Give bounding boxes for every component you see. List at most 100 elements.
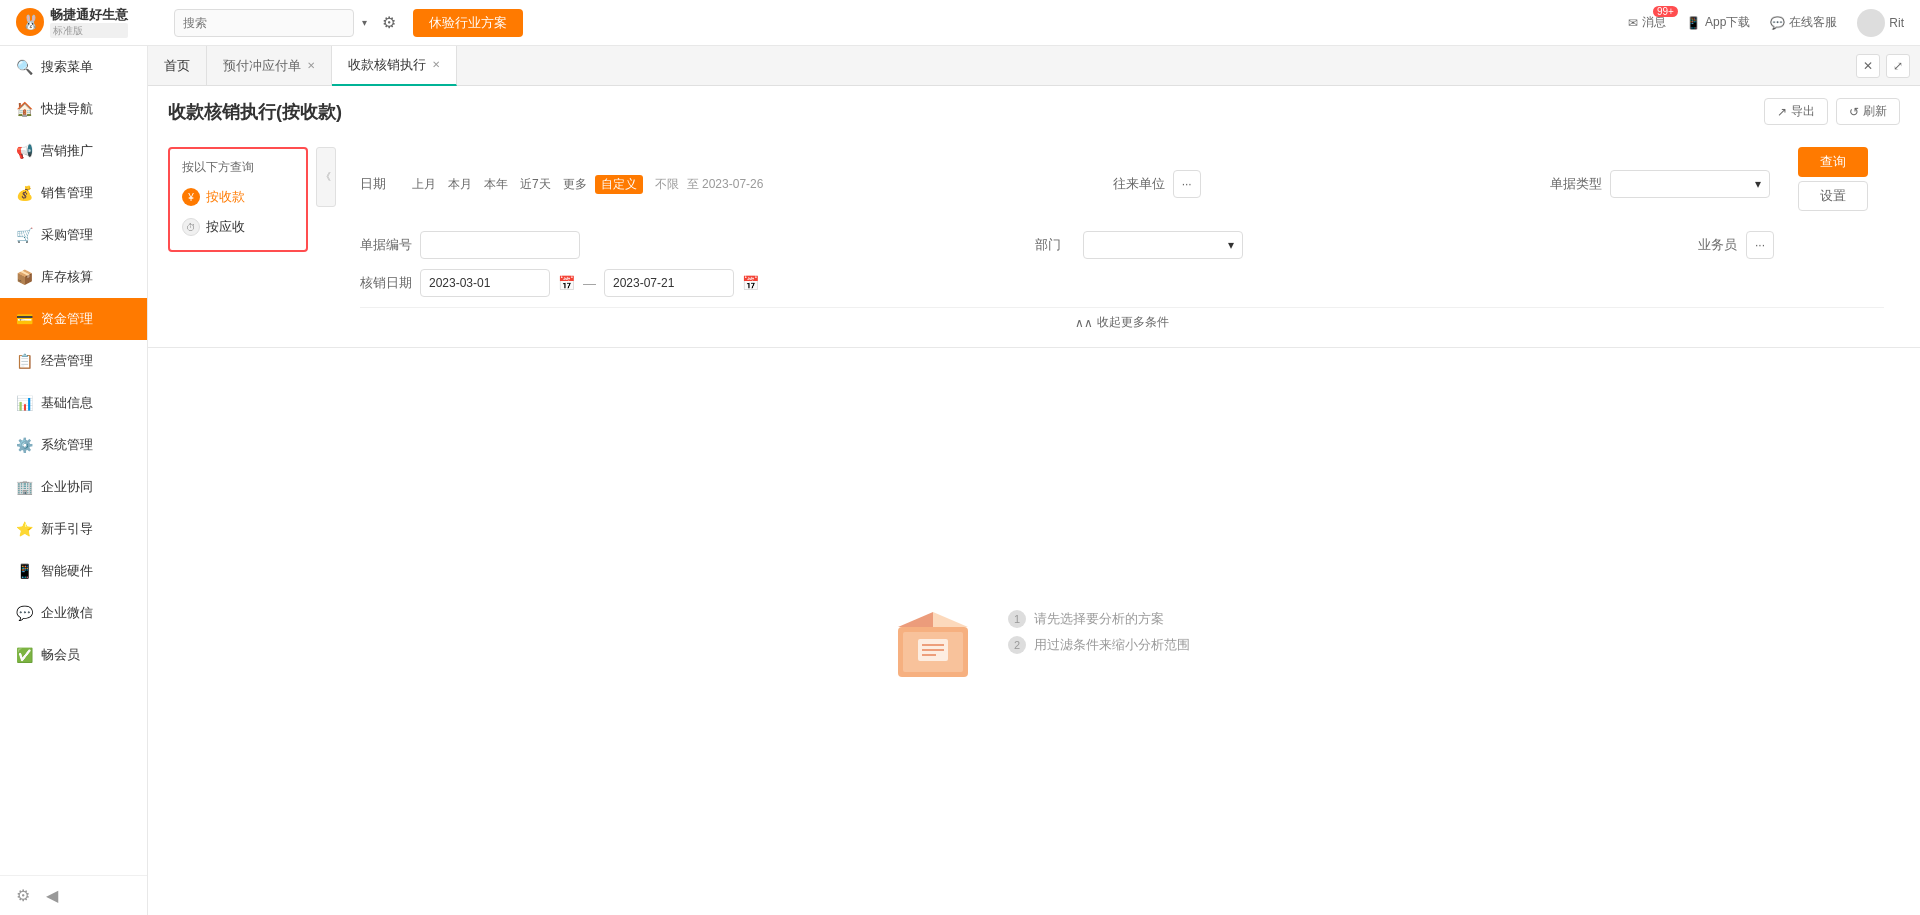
inventory-icon: 📦	[16, 269, 33, 285]
user-name: Rit	[1889, 16, 1904, 30]
app-download-button[interactable]: 📱 App下载	[1686, 14, 1750, 31]
filter-row-2: 单据编号 部门 ▾	[360, 231, 1884, 259]
date-field: 日期 上月 本月 本年 近7天 更多 自定义 不限	[360, 175, 763, 194]
sidebar-label: 系统管理	[41, 436, 93, 454]
search-icon: 🔍	[16, 59, 33, 75]
verify-date-start-input[interactable]	[420, 269, 550, 297]
filter-form: 日期 上月 本月 本年 近7天 更多 自定义 不限	[344, 137, 1900, 347]
receipt-verify-tab-close[interactable]: ✕	[432, 60, 440, 70]
query-by-receivable[interactable]: ⏱ 按应收	[170, 212, 306, 242]
marketing-icon: 📢	[16, 143, 33, 159]
message-button[interactable]: ✉ 消息 99+	[1628, 14, 1666, 31]
basic-icon: 📊	[16, 395, 33, 411]
verify-date-end-input[interactable]	[604, 269, 734, 297]
main-content: 首页 预付冲应付单 ✕ 收款核销执行 ✕ ✕ ⤢ 收款核销执行(按收款)	[148, 46, 1920, 915]
verify-date-field: 核销日期 📅 — 📅	[360, 269, 759, 297]
dept-select[interactable]: ▾	[1083, 231, 1243, 259]
sidebar-item-wechat[interactable]: 💬 企业微信	[0, 592, 147, 634]
sidebar-item-enterprise[interactable]: 🏢 企业协同	[0, 466, 147, 508]
sidebar-item-marketing[interactable]: 📢 营销推广	[0, 130, 147, 172]
doc-type-field: 单据类型 ▾	[1550, 170, 1770, 198]
receipt-icon: ¥	[182, 188, 200, 206]
panel-collapse-button[interactable]: 《	[316, 147, 336, 207]
calendar-start-icon[interactable]: 📅	[558, 275, 575, 291]
settings-icon[interactable]: ⚙	[375, 9, 403, 37]
refresh-button[interactable]: ↺ 刷新	[1836, 98, 1900, 125]
doc-no-field: 单据编号	[360, 231, 580, 259]
date-label: 日期	[360, 175, 400, 193]
query-button[interactable]: 查询	[1798, 147, 1868, 177]
header-search-input[interactable]	[174, 9, 354, 37]
chevron-up-icon: ∧∧	[1075, 316, 1093, 330]
page-toolbar: ↗ 导出 ↺ 刷新	[1764, 98, 1900, 125]
tab-receipt-verify[interactable]: 收款核销执行 ✕	[332, 46, 457, 86]
empty-hint-1: 1 请先选择要分析的方案	[1008, 610, 1190, 628]
prepay-tab-close[interactable]: ✕	[307, 61, 315, 71]
avatar	[1857, 9, 1885, 37]
settings-button[interactable]: 设置	[1798, 181, 1868, 211]
dept-field: 部门 ▾	[1035, 231, 1243, 259]
header-actions: ✉ 消息 99+ 📱 App下载 💬 在线客服 Rit	[1628, 9, 1904, 37]
sidebar-label: 智能硬件	[41, 562, 93, 580]
query-type-panel: 按以下方查询 ¥ 按收款 ⏱ 按应收	[168, 147, 308, 252]
tab-close-all-button[interactable]: ✕	[1856, 54, 1880, 78]
sidebar-item-system[interactable]: ⚙️ 系统管理	[0, 424, 147, 466]
system-icon: ⚙️	[16, 437, 33, 453]
sidebar-collapse-button[interactable]: ◀	[46, 886, 58, 905]
industry-solution-button[interactable]: 休验行业方案	[413, 9, 523, 37]
app-name: 畅捷通好生意	[50, 7, 128, 24]
sidebar-item-purchase[interactable]: 🛒 采购管理	[0, 214, 147, 256]
sidebar-label: 快捷导航	[41, 100, 93, 118]
chevron-down-icon[interactable]: ▾	[362, 17, 367, 28]
tab-maximize-button[interactable]: ⤢	[1886, 54, 1910, 78]
purchase-icon: 🛒	[16, 227, 33, 243]
message-icon: ✉	[1628, 16, 1638, 30]
export-button[interactable]: ↗ 导出	[1764, 98, 1828, 125]
tab-controls: ✕ ⤢	[1846, 54, 1920, 78]
calendar-end-icon[interactable]: 📅	[742, 275, 759, 291]
sidebar-settings-button[interactable]: ⚙	[16, 886, 30, 905]
empty-illustration	[878, 577, 988, 687]
sidebar-item-finance[interactable]: 💳 资金管理	[0, 298, 147, 340]
verify-date-label: 核销日期	[360, 274, 412, 292]
page-title-row: 收款核销执行(按收款) ↗ 导出 ↺ 刷新	[168, 98, 1900, 125]
query-actions: 查询 设置	[1798, 147, 1884, 221]
tab-home[interactable]: 首页	[148, 46, 207, 86]
this-month-btn[interactable]: 本月	[444, 175, 476, 194]
app-body: 🔍 搜索菜单 🏠 快捷导航 📢 营销推广 💰 销售管理 🛒 采购管理 📦 库存核…	[0, 46, 1920, 915]
custom-btn[interactable]: 自定义	[595, 175, 643, 194]
empty-hint-2: 2 用过滤条件来缩小分析范围	[1008, 636, 1190, 654]
chevron-down-icon: ▾	[1755, 177, 1761, 191]
doc-no-input[interactable]	[420, 231, 580, 259]
tab-prepay[interactable]: 预付冲应付单 ✕	[207, 46, 332, 86]
sidebar-item-guide[interactable]: ⭐ 新手引导	[0, 508, 147, 550]
top-header: 🐰 畅捷通好生意 标准版 ▾ ⚙ 休验行业方案 ✉ 消息 99+ 📱 App下载…	[0, 0, 1920, 46]
last-month-btn[interactable]: 上月	[408, 175, 440, 194]
sidebar-item-sales[interactable]: 💰 销售管理	[0, 172, 147, 214]
user-profile[interactable]: Rit	[1857, 9, 1904, 37]
last-7-days-btn[interactable]: 近7天	[516, 175, 555, 194]
sidebar-label: 资金管理	[41, 310, 93, 328]
sidebar-item-operation[interactable]: 📋 经营管理	[0, 340, 147, 382]
sidebar-item-basic[interactable]: 📊 基础信息	[0, 382, 147, 424]
sidebar-item-inventory[interactable]: 📦 库存核算	[0, 256, 147, 298]
sidebar-item-search[interactable]: 🔍 搜索菜单	[0, 46, 147, 88]
online-support-button[interactable]: 💬 在线客服	[1770, 14, 1837, 31]
collapse-more-button[interactable]: ∧∧ 收起更多条件	[1075, 314, 1169, 331]
sidebar-label: 搜索菜单	[41, 58, 93, 76]
query-by-receipt[interactable]: ¥ 按收款	[170, 182, 306, 212]
doc-type-select[interactable]: ▾	[1610, 170, 1770, 198]
empty-hints: 1 请先选择要分析的方案 2 用过滤条件来缩小分析范围	[1008, 610, 1190, 654]
staff-field: 业务员 ···	[1698, 231, 1774, 259]
sidebar-item-shortcut[interactable]: 🏠 快捷导航	[0, 88, 147, 130]
home-icon: 🏠	[16, 101, 33, 117]
empty-svg	[878, 577, 988, 687]
empty-state: 1 请先选择要分析的方案 2 用过滤条件来缩小分析范围	[148, 348, 1920, 915]
this-year-btn[interactable]: 本年	[480, 175, 512, 194]
sidebar-item-member[interactable]: ✅ 畅会员	[0, 634, 147, 676]
sidebar-item-hardware[interactable]: 📱 智能硬件	[0, 550, 147, 592]
more-btn[interactable]: 更多	[559, 175, 591, 194]
staff-btn[interactable]: ···	[1746, 231, 1774, 259]
counterparty-btn[interactable]: ···	[1173, 170, 1201, 198]
operation-icon: 📋	[16, 353, 33, 369]
